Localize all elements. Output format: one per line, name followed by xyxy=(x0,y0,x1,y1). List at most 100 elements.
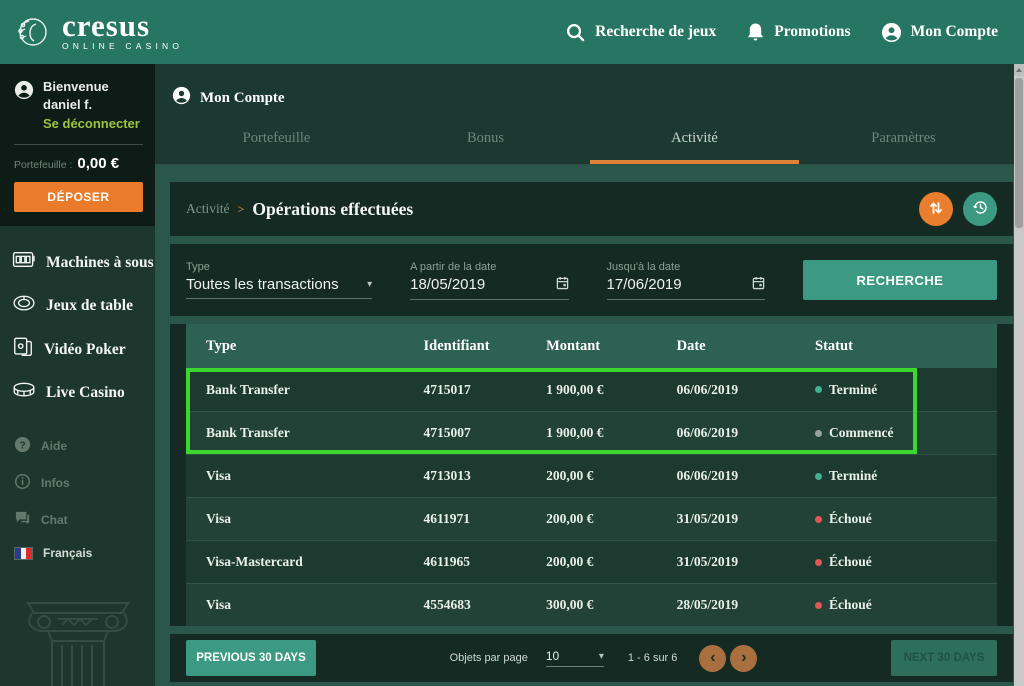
user-block: Bienvenue daniel f. Se déconnecter Porte… xyxy=(0,64,155,226)
per-page-label: Objets par page xyxy=(450,652,528,664)
page-prev-button[interactable]: ‹ xyxy=(699,645,726,672)
help-icon: ? xyxy=(14,436,31,456)
logout-link[interactable]: Se déconnecter xyxy=(43,114,140,134)
table-row[interactable]: Visa 4611971 200,00 € 31/05/2019 Échoué xyxy=(186,497,997,540)
menu-label: Vidéo Poker xyxy=(44,341,126,359)
nav-mon-compte[interactable]: Mon Compte xyxy=(881,22,998,43)
slot-machine-icon xyxy=(12,250,36,275)
deposit-button[interactable]: DÉPOSER xyxy=(14,182,143,212)
tab-portefeuille[interactable]: Portefeuille xyxy=(172,130,381,164)
user-icon xyxy=(881,22,902,43)
sidebar-item-live-casino[interactable]: Live Casino xyxy=(12,382,155,403)
cell-amount: 200,00 € xyxy=(546,554,677,570)
sort-arrows-icon xyxy=(928,200,944,219)
sidebar-item-machines-a-sous[interactable]: Machines à sous xyxy=(12,250,155,275)
avatar-icon xyxy=(14,78,34,134)
table-row[interactable]: Visa-Mastercard 4611965 200,00 € 31/05/2… xyxy=(186,540,997,583)
sidebar-menu: Machines à sous Jeux de table Vidéo Poke… xyxy=(0,226,155,422)
page-next-button[interactable]: › xyxy=(730,645,757,672)
chip-icon xyxy=(12,382,36,403)
wallet-balance: 0,00 € xyxy=(77,155,119,172)
bell-icon xyxy=(746,22,765,42)
cell-date: 28/05/2019 xyxy=(677,597,815,613)
sidebar-item-francais[interactable]: Français xyxy=(14,546,155,560)
tab-parametres[interactable]: Paramètres xyxy=(799,130,1008,164)
status-dot xyxy=(815,473,822,480)
info-icon xyxy=(14,473,31,493)
breadcrumb-separator: > xyxy=(238,202,245,217)
nav-search-games[interactable]: Recherche de jeux xyxy=(565,22,716,43)
cell-type: Bank Transfer xyxy=(206,382,424,398)
sidebar-item-infos[interactable]: Infos xyxy=(14,473,155,493)
cell-type: Visa xyxy=(206,511,424,527)
col-header-date: Date xyxy=(677,338,815,355)
breadcrumb-section[interactable]: Activité xyxy=(186,201,230,217)
scrollbar-up-arrow[interactable] xyxy=(1014,64,1024,76)
top-header: cresus ONLINE CASINO Recherche de jeux P… xyxy=(0,0,1024,64)
col-header-identifiant: Identifiant xyxy=(424,338,547,355)
history-button[interactable] xyxy=(963,192,997,226)
sidebar-item-aide[interactable]: ? Aide xyxy=(14,436,155,456)
cell-id: 4611971 xyxy=(424,511,547,527)
wallet-label: Portefeuille : xyxy=(14,159,72,171)
cell-id: 4715007 xyxy=(424,425,547,441)
status-badge: Terminé xyxy=(829,468,877,484)
tab-activite[interactable]: Activité xyxy=(590,130,799,164)
cell-type: Visa xyxy=(206,597,424,613)
nav-account-label: Mon Compte xyxy=(911,23,998,41)
cresus-logo[interactable]: cresus ONLINE CASINO xyxy=(12,11,183,53)
table-row[interactable]: Bank Transfer 4715017 1 900,00 € 06/06/2… xyxy=(186,368,997,411)
scrollbar[interactable] xyxy=(1014,64,1024,686)
nav-search-label: Recherche de jeux xyxy=(595,23,716,41)
col-header-type: Type xyxy=(206,338,424,355)
date-to-value: 17/06/2019 xyxy=(607,276,682,293)
menu-label: Infos xyxy=(41,476,70,490)
cell-type: Visa-Mastercard xyxy=(206,554,424,570)
cell-date: 31/05/2019 xyxy=(677,511,815,527)
cell-amount: 1 900,00 € xyxy=(546,382,677,398)
status-badge: Échoué xyxy=(829,511,872,527)
type-filter-label: Type xyxy=(186,261,372,273)
chevron-down-icon: ▾ xyxy=(367,279,372,290)
col-header-montant: Montant xyxy=(546,338,677,355)
table-row[interactable]: Bank Transfer 4715007 1 900,00 € 06/06/2… xyxy=(186,411,997,454)
transactions-toggle-button[interactable] xyxy=(919,192,953,226)
menu-label: Chat xyxy=(41,513,68,527)
account-tabs: Portefeuille Bonus Activité Paramètres xyxy=(172,130,1008,164)
table-row[interactable]: Visa 4554683 300,00 € 28/05/2019 Échoué xyxy=(186,583,997,626)
status-dot xyxy=(815,386,822,393)
cell-type: Visa xyxy=(206,468,424,484)
previous-30-days-button[interactable]: PREVIOUS 30 DAYS xyxy=(186,640,316,676)
history-clock-icon xyxy=(972,199,989,219)
sidebar-item-chat[interactable]: Chat xyxy=(14,510,155,529)
menu-label: Machines à sous xyxy=(46,254,154,272)
type-filter-select[interactable]: Toutes les transactions ▾ xyxy=(186,276,372,299)
date-to-label: Jusqu'à la date xyxy=(607,261,765,273)
menu-label: Français xyxy=(43,546,92,560)
status-badge: Échoué xyxy=(829,597,872,613)
status-dot xyxy=(815,602,822,609)
cell-id: 4713013 xyxy=(424,468,547,484)
cell-date: 06/06/2019 xyxy=(677,468,815,484)
menu-label: Jeux de table xyxy=(46,297,133,315)
menu-label: Aide xyxy=(41,439,67,453)
logo-text: cresus ONLINE CASINO xyxy=(62,13,183,51)
scrollbar-thumb[interactable] xyxy=(1015,78,1023,228)
sidebar-item-jeux-de-table[interactable]: Jeux de table xyxy=(12,294,155,317)
logo-title: cresus xyxy=(62,13,183,39)
tab-bonus[interactable]: Bonus xyxy=(381,130,590,164)
date-to-input[interactable]: 17/06/2019 xyxy=(607,276,765,300)
nav-promotions[interactable]: Promotions xyxy=(746,22,850,42)
column-watermark xyxy=(18,575,138,686)
next-30-days-button[interactable]: NEXT 30 DAYS xyxy=(891,640,997,676)
cell-date: 06/06/2019 xyxy=(677,425,815,441)
logo-subtitle: ONLINE CASINO xyxy=(62,41,183,51)
per-page-select[interactable]: 10 ▾ xyxy=(546,649,604,667)
date-from-input[interactable]: 18/05/2019 xyxy=(410,276,568,300)
table-header-row: Type Identifiant Montant Date Statut xyxy=(186,324,997,368)
cards-icon xyxy=(12,336,34,363)
sidebar-item-video-poker[interactable]: Vidéo Poker xyxy=(12,336,155,363)
search-button[interactable]: RECHERCHE xyxy=(803,260,997,300)
table-row[interactable]: Visa 4713013 200,00 € 06/06/2019 Terminé xyxy=(186,454,997,497)
menu-label: Live Casino xyxy=(46,384,125,402)
